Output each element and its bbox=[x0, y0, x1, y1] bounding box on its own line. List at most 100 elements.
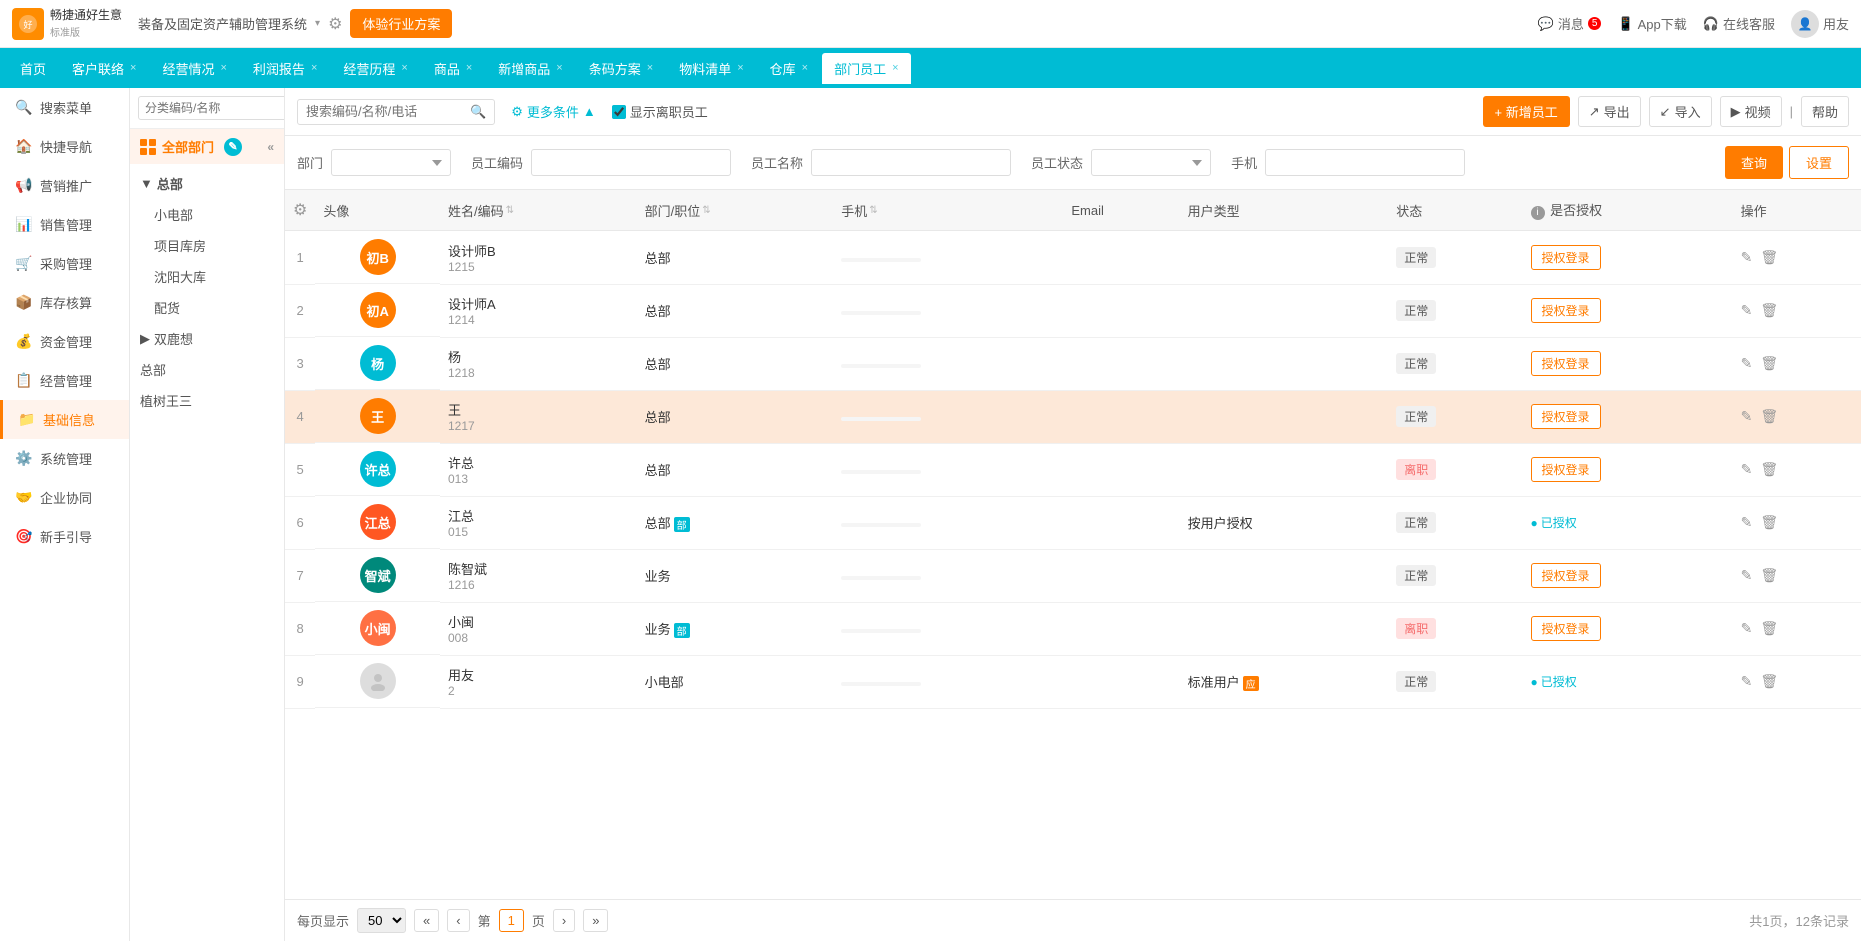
edit-btn[interactable]: ✎ bbox=[1741, 249, 1753, 266]
emp-status-select[interactable] bbox=[1091, 149, 1211, 176]
prev-page-btn[interactable]: ‹ bbox=[447, 909, 469, 932]
name-sort[interactable]: 姓名/编码 ⇅ bbox=[448, 201, 629, 220]
search-input[interactable] bbox=[306, 104, 466, 119]
edit-btn[interactable]: ✎ bbox=[1741, 620, 1753, 637]
auth-btn[interactable]: 授权登录 bbox=[1531, 563, 1601, 588]
auth-btn[interactable]: 授权登录 bbox=[1531, 351, 1601, 376]
sidebar-item-inventory[interactable]: 📦 库存核算 bbox=[0, 283, 129, 322]
message-btn[interactable]: 💬 消息 5 bbox=[1538, 14, 1602, 33]
close-icon[interactable]: × bbox=[892, 62, 898, 74]
more-conditions-btn[interactable]: ⚙ 更多条件 ▲ bbox=[503, 98, 604, 125]
close-icon[interactable]: × bbox=[647, 62, 653, 74]
close-icon[interactable]: × bbox=[401, 62, 407, 74]
sidebar-item-basic[interactable]: 📁 基础信息 bbox=[0, 400, 129, 439]
edit-btn[interactable]: ✎ bbox=[1741, 673, 1753, 690]
user-area[interactable]: 👤 用友 bbox=[1791, 10, 1849, 38]
export-btn[interactable]: ↗ 导出 bbox=[1578, 96, 1641, 127]
edit-btn[interactable]: ✎ bbox=[1741, 408, 1753, 425]
sidebar-item-nav[interactable]: 🏠 快捷导航 bbox=[0, 127, 129, 166]
dept-node-xiaodian[interactable]: 小电部 bbox=[130, 199, 284, 230]
help-icon[interactable]: | bbox=[1790, 104, 1793, 119]
gear-button[interactable]: ⚙ bbox=[328, 14, 342, 34]
dept-node-shenyang[interactable]: 沈阳大库 bbox=[130, 261, 284, 292]
close-icon[interactable]: × bbox=[466, 62, 472, 74]
auth-btn[interactable]: 授权登录 bbox=[1531, 404, 1601, 429]
delete-btn[interactable]: 🗑 bbox=[1760, 249, 1778, 266]
sidebar-item-finance[interactable]: 💰 资金管理 bbox=[0, 322, 129, 361]
th-phone[interactable]: 手机 ⇅ bbox=[833, 190, 1063, 231]
dept-search-input[interactable] bbox=[138, 96, 285, 120]
auth-btn[interactable]: 授权登录 bbox=[1531, 457, 1601, 482]
emp-name-input[interactable] bbox=[811, 149, 1011, 176]
auth-btn[interactable]: 授权登录 bbox=[1531, 298, 1601, 323]
delete-btn[interactable]: 🗑 bbox=[1760, 408, 1778, 425]
nav-item-customer[interactable]: 客户联络× bbox=[60, 53, 148, 84]
close-icon[interactable]: × bbox=[802, 62, 808, 74]
show-resigned-label[interactable]: 显示离职员工 bbox=[612, 102, 708, 121]
sidebar-item-system[interactable]: ⚙️ 系统管理 bbox=[0, 439, 129, 478]
sidebar-item-collab[interactable]: 🤝 企业协同 bbox=[0, 478, 129, 517]
sidebar-item-marketing[interactable]: 📢 营销推广 bbox=[0, 166, 129, 205]
dept-edit-icon[interactable]: ✎ bbox=[224, 138, 242, 156]
close-icon[interactable]: × bbox=[737, 62, 743, 74]
trial-button[interactable]: 体验行业方案 bbox=[350, 9, 452, 38]
auth-btn[interactable]: 授权登录 bbox=[1531, 616, 1601, 641]
add-employee-btn[interactable]: + 新增员工 bbox=[1483, 96, 1570, 127]
nav-item-goods[interactable]: 商品× bbox=[422, 53, 484, 84]
th-name[interactable]: 姓名/编码 ⇅ bbox=[440, 190, 637, 231]
nav-item-new-goods[interactable]: 新增商品× bbox=[486, 53, 574, 84]
phone-sort[interactable]: 手机 ⇅ bbox=[841, 201, 1055, 220]
next-page-btn[interactable]: › bbox=[553, 909, 575, 932]
search-icon[interactable]: 🔍 bbox=[470, 104, 486, 120]
online-service-btn[interactable]: 🎧 在线客服 bbox=[1703, 14, 1775, 33]
settings-icon[interactable]: ⚙ bbox=[293, 202, 307, 219]
edit-btn[interactable]: ✎ bbox=[1741, 302, 1753, 319]
th-dept[interactable]: 部门/职位 ⇅ bbox=[637, 190, 834, 231]
delete-btn[interactable]: 🗑 bbox=[1760, 620, 1778, 637]
nav-item-barcode[interactable]: 条码方案× bbox=[577, 53, 665, 84]
dept-sort[interactable]: 部门/职位 ⇅ bbox=[645, 201, 826, 220]
nav-item-operation[interactable]: 经营情况× bbox=[150, 53, 238, 84]
nav-item-warehouse[interactable]: 仓库× bbox=[758, 53, 820, 84]
close-icon[interactable]: × bbox=[130, 62, 136, 74]
edit-btn[interactable]: ✎ bbox=[1741, 355, 1753, 372]
delete-btn[interactable]: 🗑 bbox=[1760, 302, 1778, 319]
nav-item-history[interactable]: 经营历程× bbox=[331, 53, 419, 84]
dept-node-zhishu[interactable]: 植树王三 bbox=[130, 385, 284, 416]
sidebar-item-management[interactable]: 📋 经营管理 bbox=[0, 361, 129, 400]
current-page[interactable]: 1 bbox=[499, 909, 524, 932]
last-page-btn[interactable]: » bbox=[583, 909, 608, 932]
show-resigned-checkbox[interactable] bbox=[612, 105, 626, 119]
sidebar-item-sales[interactable]: 📊 销售管理 bbox=[0, 205, 129, 244]
dept-node-peihuo[interactable]: 配货 bbox=[130, 292, 284, 323]
per-page-select[interactable]: 50 bbox=[357, 908, 406, 933]
edit-btn[interactable]: ✎ bbox=[1741, 567, 1753, 584]
auth-btn[interactable]: 授权登录 bbox=[1531, 245, 1601, 270]
sidebar-item-guide[interactable]: 🎯 新手引导 bbox=[0, 517, 129, 556]
sys-title-dropdown-icon[interactable]: ▾ bbox=[315, 18, 320, 29]
edit-btn[interactable]: ✎ bbox=[1741, 461, 1753, 478]
delete-btn[interactable]: 🗑 bbox=[1760, 514, 1778, 531]
dept-collapse-btn[interactable]: « bbox=[267, 140, 274, 154]
delete-btn[interactable]: 🗑 bbox=[1760, 355, 1778, 372]
close-icon[interactable]: × bbox=[311, 62, 317, 74]
phone-input[interactable] bbox=[1265, 149, 1465, 176]
th-settings[interactable]: ⚙ bbox=[285, 190, 315, 231]
import-btn[interactable]: ↙ 导入 bbox=[1649, 96, 1712, 127]
view-btn[interactable]: ▶ 视频 bbox=[1720, 96, 1782, 127]
help-btn[interactable]: 帮助 bbox=[1801, 96, 1849, 127]
nav-item-home[interactable]: 首页 bbox=[8, 53, 58, 84]
nav-item-dept[interactable]: 部门员工× bbox=[822, 53, 910, 84]
dept-node-zongbu2[interactable]: 总部 bbox=[130, 354, 284, 385]
delete-btn[interactable]: 🗑 bbox=[1760, 461, 1778, 478]
delete-btn[interactable]: 🗑 bbox=[1760, 567, 1778, 584]
dept-node-zongbu[interactable]: ▼ 总部 bbox=[130, 168, 284, 199]
dept-filter-select[interactable] bbox=[331, 149, 451, 176]
close-icon[interactable]: × bbox=[556, 62, 562, 74]
nav-item-bom[interactable]: 物料清单× bbox=[667, 53, 755, 84]
set-btn[interactable]: 设置 bbox=[1789, 146, 1849, 179]
sidebar-item-search[interactable]: 🔍 搜索菜单 bbox=[0, 88, 129, 127]
dept-node-shuanglu[interactable]: ▶ 双鹿想 bbox=[130, 323, 284, 354]
query-btn[interactable]: 查询 bbox=[1725, 146, 1783, 179]
app-download-btn[interactable]: 📱 App下载 bbox=[1617, 14, 1686, 33]
